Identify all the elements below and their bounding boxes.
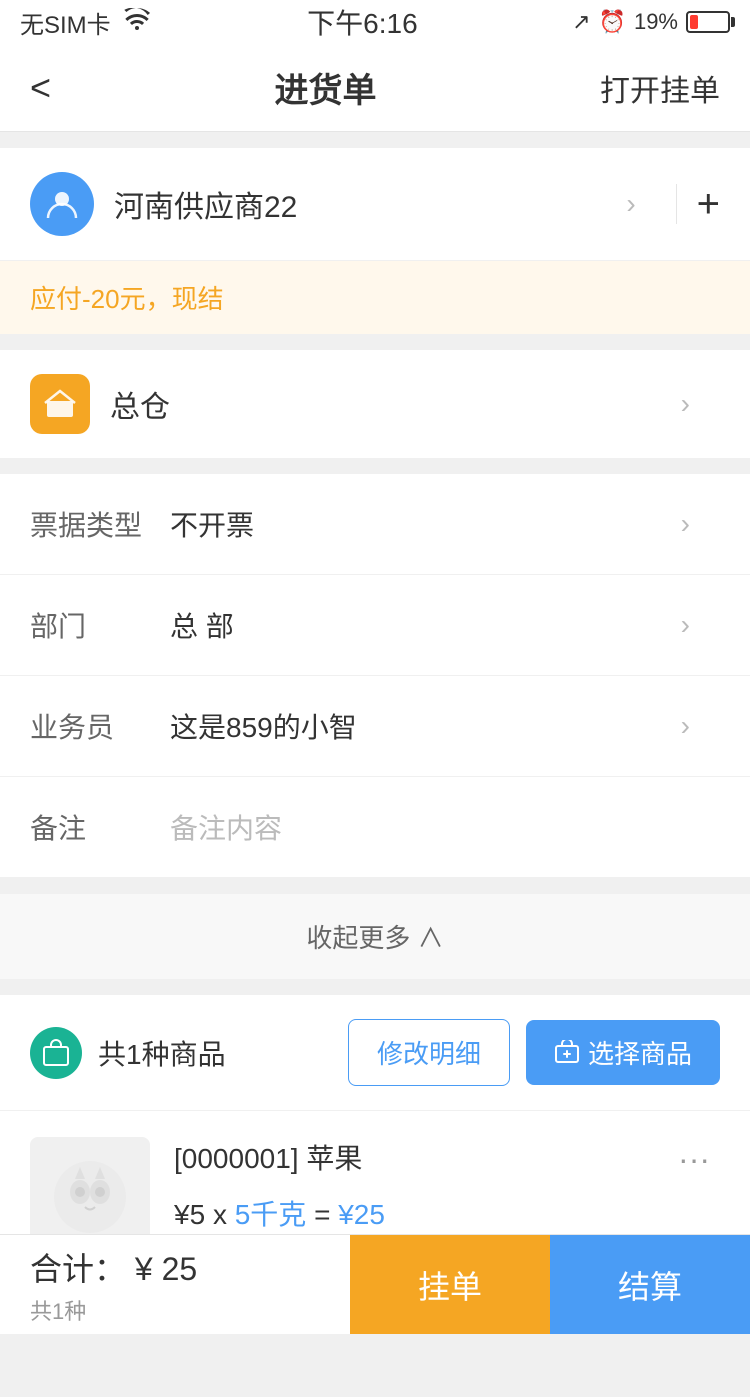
select-product-label: 选择商品 [588,1034,692,1071]
open-hang-button[interactable]: 打开挂单 [600,66,720,110]
product-more-button[interactable]: ··· [668,1137,720,1182]
status-left: 无SIM卡 [20,5,153,40]
dept-label: 部门 [30,605,150,645]
sales-label: 业务员 [30,706,150,746]
warehouse-icon [30,374,90,434]
alarm-icon: ⏰ [599,9,626,35]
supplier-row[interactable]: 河南供应商22 › + [0,148,750,261]
bottom-bar: 合计： ¥ 25 共1种 挂单 结算 [0,1234,750,1334]
product-info: [0000001] 苹果 ¥5 x 5千克 = ¥25 [174,1137,668,1233]
status-time: 下午6:16 [307,2,418,42]
form-section: 票据类型 不开票 › 部门 总 部 › 业务员 这是859的小智 › 备注 备注… [0,474,750,878]
page-title: 进货单 [275,63,377,112]
warehouse-chevron-icon: › [681,388,690,420]
status-bar: 无SIM卡 下午6:16 ↗ ⏰ 19% [0,0,750,44]
product-price-row: ¥5 x 5千克 = ¥25 [174,1193,668,1233]
dept-value: 总 部 [150,605,681,645]
product-equals: = [314,1199,338,1230]
edit-detail-button[interactable]: 修改明细 [348,1019,510,1086]
product-code: [0000001] [174,1143,299,1174]
battery-percent: 19% [634,9,678,35]
hang-button[interactable]: 挂单 [350,1235,550,1334]
product-unit-price: ¥5 [174,1199,205,1230]
total-label: 合计： [30,1251,126,1287]
product-multiply: x [213,1199,235,1230]
total-count: 共1种 [30,1294,320,1326]
location-icon: ↗ [572,9,590,35]
warehouse-row[interactable]: 总仓 › [0,350,750,458]
supplier-section: 河南供应商22 › + 应付-20元，现结 [0,148,750,334]
supplier-notice: 应付-20元，现结 [0,261,750,334]
products-header: 共1种商品 修改明细 选择商品 [0,995,750,1111]
nav-bar: < 进货单 打开挂单 [0,44,750,132]
carrier-text: 无SIM卡 [20,5,111,40]
warehouse-name: 总仓 [110,382,681,426]
divider [676,184,677,224]
total-value: ¥ 25 [135,1251,197,1287]
invoice-row[interactable]: 票据类型 不开票 › [0,474,750,575]
sales-row[interactable]: 业务员 这是859的小智 › [0,676,750,777]
invoice-label: 票据类型 [30,504,150,544]
remark-input[interactable]: 备注内容 [150,807,720,847]
supplier-name: 河南供应商22 [114,182,626,226]
back-button[interactable]: < [30,67,51,109]
product-title: 苹果 [306,1143,362,1174]
select-product-button[interactable]: 选择商品 [526,1020,720,1085]
sales-chevron-icon: › [681,710,690,742]
collapse-bar[interactable]: 收起更多 ∧ [0,894,750,979]
dept-chevron-icon: › [681,609,690,641]
total-amount: 合计： ¥ 25 [30,1244,320,1290]
sales-value: 这是859的小智 [150,706,681,746]
remark-label: 备注 [30,807,150,847]
supplier-chevron-icon: › [626,188,635,220]
product-quantity: 5千克 [235,1199,307,1230]
product-name: [0000001] 苹果 [174,1137,668,1177]
total-section: 合计： ¥ 25 共1种 [0,1244,350,1326]
remark-row[interactable]: 备注 备注内容 [0,777,750,878]
product-total: ¥25 [338,1199,385,1230]
supplier-avatar [30,172,94,236]
status-right: ↗ ⏰ 19% [572,9,730,35]
battery-icon [686,11,730,33]
product-count-icon [30,1027,82,1079]
invoice-value: 不开票 [150,504,681,544]
invoice-chevron-icon: › [681,508,690,540]
add-supplier-button[interactable]: + [697,182,720,227]
dept-row[interactable]: 部门 总 部 › [0,575,750,676]
wifi-icon [121,8,153,37]
product-count-text: 共1种商品 [98,1033,348,1073]
checkout-button[interactable]: 结算 [550,1235,750,1334]
